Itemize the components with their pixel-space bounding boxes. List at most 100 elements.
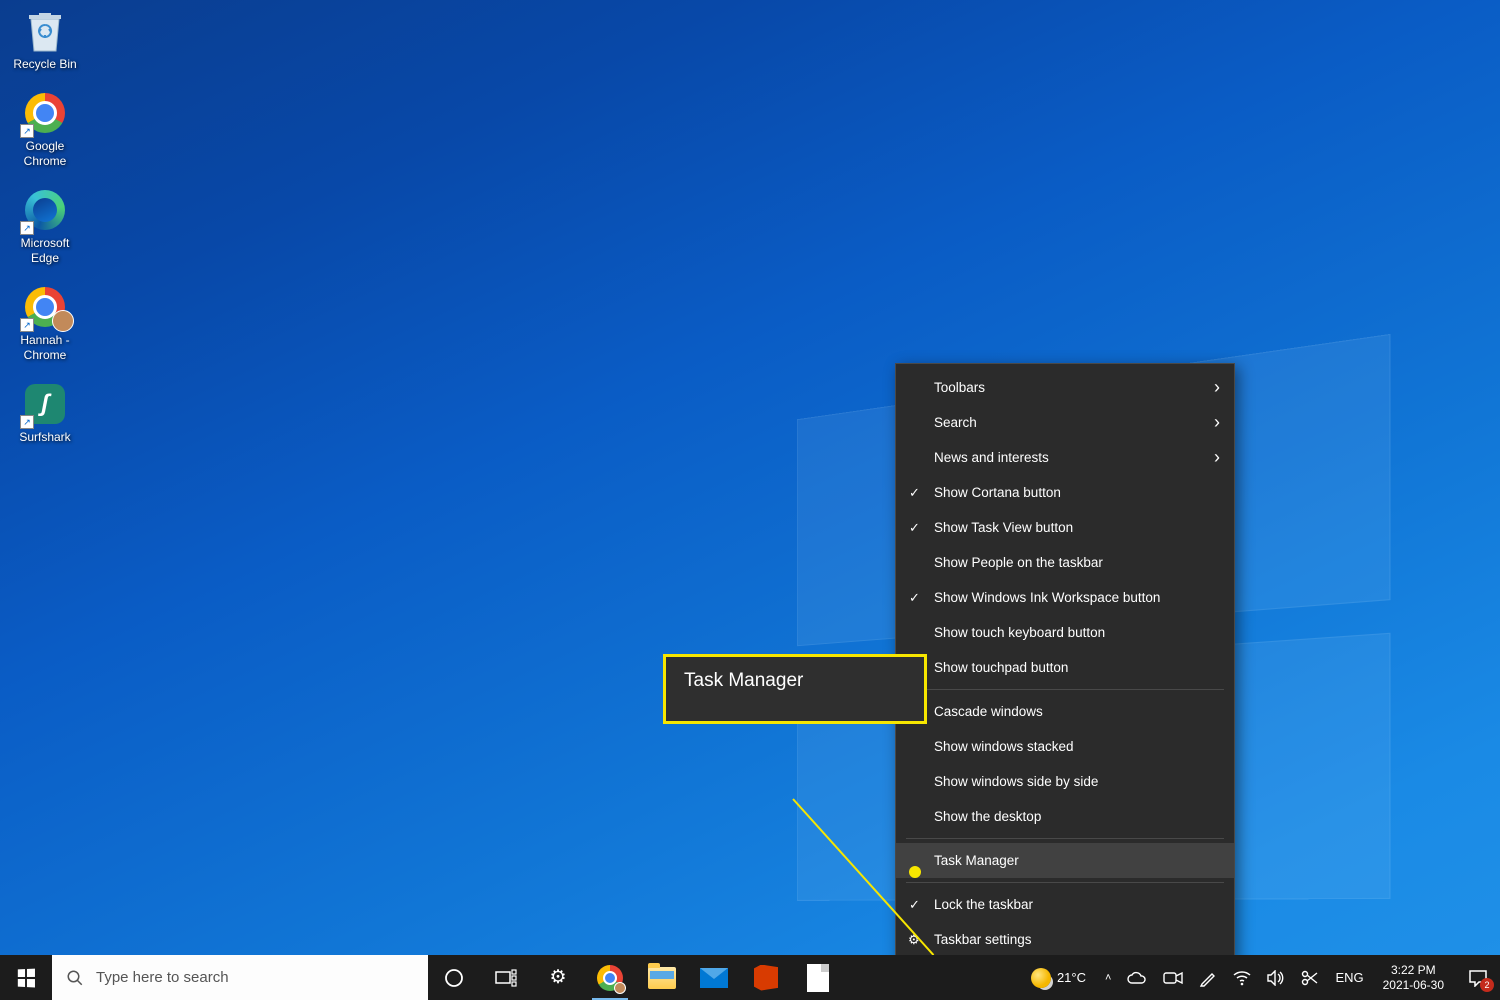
tray-action-center[interactable]: 2 [1456, 955, 1500, 1000]
taskbar-context-menu: Toolbars Search News and interests ✓ Sho… [895, 363, 1235, 964]
icon-label: Surfshark [19, 430, 70, 445]
desktop-icon-microsoft-edge[interactable]: ↗ Microsoft Edge [6, 187, 84, 266]
menu-separator [906, 838, 1224, 839]
menu-item-windows-stacked[interactable]: Show windows stacked [896, 729, 1234, 764]
tray-meet-now[interactable] [1156, 955, 1190, 1000]
tray-volume[interactable] [1260, 955, 1292, 1000]
menu-item-show-touchpad[interactable]: Show touchpad button [896, 650, 1234, 685]
menu-item-label: Show windows side by side [934, 774, 1098, 789]
menu-item-label: Show touch keyboard button [934, 625, 1105, 640]
menu-item-label: Show Cortana button [934, 485, 1061, 500]
camera-icon [1163, 971, 1183, 985]
menu-item-windows-side-by-side[interactable]: Show windows side by side [896, 764, 1234, 799]
menu-item-label: Taskbar settings [934, 932, 1032, 947]
search-placeholder: Type here to search [96, 969, 229, 986]
language-label: ENG [1335, 970, 1363, 985]
tray-language[interactable]: ENG [1328, 955, 1370, 1000]
office-icon [754, 965, 778, 991]
notification-badge: 2 [1480, 978, 1494, 992]
shortcut-arrow-icon: ↗ [20, 221, 34, 235]
scissors-icon [1301, 969, 1319, 987]
menu-item-label: Task Manager [934, 853, 1019, 868]
menu-item-label: News and interests [934, 450, 1049, 465]
menu-item-cascade-windows[interactable]: Cascade windows [896, 694, 1234, 729]
desktop-icon-recycle-bin[interactable]: Recycle Bin [6, 8, 84, 72]
taskbar[interactable]: Type here to search ⚙ [0, 955, 1500, 1000]
desktop-icon-google-chrome[interactable]: ↗ Google Chrome [6, 90, 84, 169]
taskbar-app-mail[interactable] [688, 955, 740, 1000]
task-view-button[interactable] [480, 955, 532, 1000]
profile-avatar-icon [614, 982, 626, 994]
surfshark-icon: ʃ ↗ [22, 381, 68, 427]
menu-item-label: Show Windows Ink Workspace button [934, 590, 1160, 605]
callout-label: Task Manager [684, 670, 803, 692]
callout-dot [909, 866, 921, 878]
desktop[interactable]: Recycle Bin ↗ Google Chrome ↗ Microsoft … [0, 0, 1500, 1000]
menu-item-show-ink-workspace[interactable]: ✓ Show Windows Ink Workspace button [896, 580, 1234, 615]
task-view-icon [495, 969, 517, 987]
check-icon: ✓ [909, 485, 920, 501]
mail-icon [700, 968, 728, 988]
menu-item-show-desktop[interactable]: Show the desktop [896, 799, 1234, 834]
menu-item-label: Show windows stacked [934, 739, 1074, 754]
cortana-icon [444, 968, 464, 988]
icon-label: Recycle Bin [13, 57, 76, 72]
chrome-profile-icon: ↗ [22, 284, 68, 330]
tray-weather[interactable]: 21°C [1021, 955, 1096, 1000]
speaker-icon [1267, 970, 1285, 986]
callout-task-manager: Task Manager [663, 654, 927, 724]
menu-item-label: Search [934, 415, 977, 430]
taskbar-app-file-explorer[interactable] [636, 955, 688, 1000]
desktop-icons-column: Recycle Bin ↗ Google Chrome ↗ Microsoft … [6, 8, 84, 445]
taskbar-app-document[interactable] [792, 955, 844, 1000]
check-icon: ✓ [909, 590, 920, 606]
menu-item-show-people[interactable]: Show People on the taskbar [896, 545, 1234, 580]
pen-icon [1199, 969, 1217, 987]
tray-clock[interactable]: 3:22 PM 2021-06-30 [1373, 955, 1454, 1000]
settings-button[interactable]: ⚙ [532, 955, 584, 1000]
menu-item-label: Show Task View button [934, 520, 1073, 535]
menu-item-task-manager[interactable]: Task Manager [896, 843, 1234, 878]
tray-ink-workspace[interactable] [1192, 955, 1224, 1000]
desktop-icon-surfshark[interactable]: ʃ ↗ Surfshark [6, 381, 84, 445]
menu-item-label: Show the desktop [934, 809, 1041, 824]
menu-item-lock-taskbar[interactable]: ✓ Lock the taskbar [896, 887, 1234, 922]
check-icon: ✓ [909, 520, 920, 536]
menu-item-show-cortana[interactable]: ✓ Show Cortana button [896, 475, 1234, 510]
menu-item-label: Toolbars [934, 380, 985, 395]
tray-snip[interactable] [1294, 955, 1326, 1000]
cloud-icon [1127, 971, 1147, 985]
recycle-bin-icon [22, 8, 68, 54]
gear-icon: ⚙ [549, 966, 566, 989]
tray-onedrive[interactable] [1120, 955, 1154, 1000]
menu-item-show-touch-keyboard[interactable]: Show touch keyboard button [896, 615, 1234, 650]
taskbar-app-office[interactable] [740, 955, 792, 1000]
system-tray: 21°C ˄ ENG [1021, 955, 1500, 1000]
shortcut-arrow-icon: ↗ [20, 415, 34, 429]
menu-item-label: Show touchpad button [934, 660, 1068, 675]
tray-overflow-button[interactable]: ˄ [1098, 955, 1118, 1000]
taskbar-app-chrome-hannah[interactable] [584, 955, 636, 1000]
menu-item-label: Lock the taskbar [934, 897, 1033, 912]
check-icon: ✓ [909, 897, 920, 913]
search-icon [66, 969, 84, 987]
wifi-icon [1233, 970, 1251, 986]
start-button[interactable] [0, 955, 52, 1000]
menu-item-toolbars[interactable]: Toolbars [896, 370, 1234, 405]
icon-label: Google Chrome [6, 139, 84, 169]
clock-time: 3:22 PM [1391, 963, 1436, 978]
menu-separator [906, 882, 1224, 883]
chevron-up-icon: ˄ [1105, 972, 1111, 984]
menu-item-news-interests[interactable]: News and interests [896, 440, 1234, 475]
tray-network[interactable] [1226, 955, 1258, 1000]
desktop-icon-hannah-chrome[interactable]: ↗ Hannah - Chrome [6, 284, 84, 363]
menu-item-show-task-view[interactable]: ✓ Show Task View button [896, 510, 1234, 545]
search-box[interactable]: Type here to search [52, 955, 428, 1000]
menu-item-taskbar-settings[interactable]: ⚙ Taskbar settings [896, 922, 1234, 957]
windows-logo-icon [18, 968, 35, 987]
file-explorer-icon [648, 967, 676, 989]
cortana-button[interactable] [428, 955, 480, 1000]
shortcut-arrow-icon: ↗ [20, 124, 34, 138]
document-icon [807, 964, 829, 992]
menu-item-search[interactable]: Search [896, 405, 1234, 440]
